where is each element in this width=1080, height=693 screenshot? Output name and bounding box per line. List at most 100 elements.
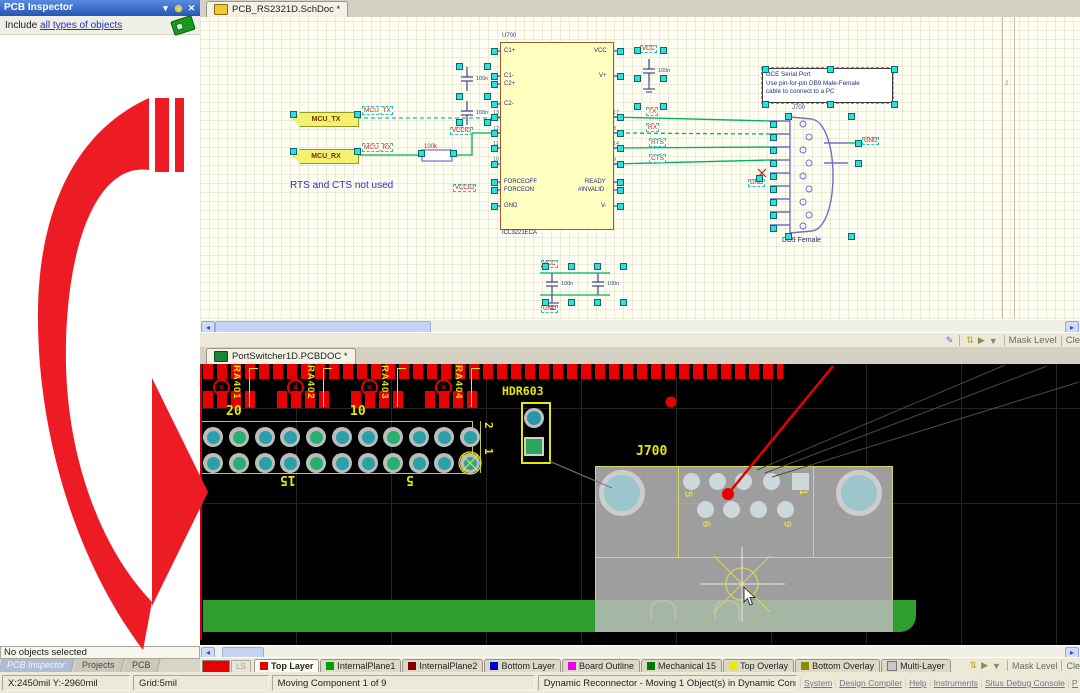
selection-handle <box>568 263 575 270</box>
ic-symbol[interactable] <box>500 42 614 230</box>
pcbdoc-icon <box>214 351 228 362</box>
selection-handle <box>770 212 777 219</box>
sort-icon[interactable]: ⇅ <box>966 335 974 346</box>
layer-tab-multi-layer[interactable]: Multi-Layer <box>881 659 951 673</box>
selection-handle <box>542 263 549 270</box>
selection-handle <box>354 111 361 118</box>
layer-tab-internalplane1[interactable]: InternalPlane1 <box>320 659 401 673</box>
ratsnest-graphics <box>200 364 1080 645</box>
svg-text:100n: 100n <box>658 68 670 74</box>
selection-handle <box>491 73 498 80</box>
port-mcu-rx[interactable]: MCU_RX <box>293 149 359 164</box>
ic-pin-label: GND <box>504 203 517 209</box>
play-icon[interactable]: ▶ <box>981 660 988 671</box>
svg-text:100n: 100n <box>607 281 619 287</box>
clear-button[interactable]: Cle <box>1066 335 1080 346</box>
panel-button-design-compiler[interactable]: Design Compiler <box>835 678 905 688</box>
mask-level-button[interactable]: Mask Level <box>1012 661 1058 671</box>
net-label[interactable]: RTS <box>649 138 666 147</box>
selection-handle <box>660 103 667 110</box>
include-objects-link[interactable]: all types of objects <box>40 20 122 31</box>
schematic-note[interactable]: DCE Serial Port Use pin-for-pin DB9 Male… <box>762 68 893 103</box>
net-label[interactable]: RX <box>646 123 659 132</box>
panel-pin-icon[interactable]: ◉ <box>172 2 185 14</box>
tab-pcb[interactable]: PCB <box>123 659 160 672</box>
selection-handle <box>891 66 898 73</box>
edit-icon[interactable]: ✎ <box>946 335 954 346</box>
panel-button-help[interactable]: Help <box>905 678 929 688</box>
layer-tab-board-outline[interactable]: Board Outline <box>562 659 640 673</box>
layer-tab-top-layer[interactable]: Top Layer <box>254 659 319 673</box>
panel-close-icon[interactable]: ✕ <box>185 2 198 14</box>
panel-button-situs-debug-console[interactable]: Situs Debug Console <box>981 678 1068 688</box>
power-port-gnd[interactable]: GND <box>541 305 558 313</box>
power-port-gnd[interactable]: GND <box>862 137 879 145</box>
tab-pcb-inspector[interactable]: PCB Inspector <box>0 659 75 672</box>
layer-tab-mechanical-15[interactable]: Mechanical 15 <box>641 659 722 673</box>
schematic-doc-tab-label: PCB_RS2321D.SchDoc * <box>232 4 340 15</box>
layer-tab-bottom-layer[interactable]: Bottom Layer <box>484 659 561 673</box>
selection-handle <box>617 187 624 194</box>
selection-handle <box>491 187 498 194</box>
layer-tab-top-overlay[interactable]: Top Overlay <box>723 659 794 673</box>
selection-handle <box>594 263 601 270</box>
panel-tab-bar: PCB Inspector Projects PCB <box>0 659 200 672</box>
selection-handle <box>827 66 834 73</box>
sort-icon[interactable]: ⇅ <box>970 660 978 671</box>
selection-handle <box>568 299 575 306</box>
power-port-vccio[interactable]: VCCIO <box>453 184 476 192</box>
net-label[interactable]: CTS <box>649 154 666 163</box>
layer-tab-bottom-overlay[interactable]: Bottom Overlay <box>795 659 880 673</box>
tab-projects[interactable]: Projects <box>73 659 124 672</box>
selection-handle <box>491 203 498 210</box>
selection-handle <box>756 175 763 182</box>
net-label[interactable]: MCU_TX <box>362 106 393 115</box>
schematic-hscrollbar[interactable]: ◂ ▸ <box>200 319 1080 333</box>
panel-title: PCB Inspector <box>4 2 73 13</box>
power-port-vcc[interactable]: VCC <box>640 45 657 53</box>
panel-title-bar[interactable]: PCB Inspector ▾ ◉ ✕ <box>0 0 200 16</box>
svg-text:100n: 100n <box>476 110 488 116</box>
selection-handle <box>491 161 498 168</box>
panel-button-system[interactable]: System <box>800 678 835 688</box>
filter-icon[interactable]: ▼ <box>992 661 1001 671</box>
mask-level-button[interactable]: Mask Level <box>1009 335 1057 346</box>
cursor-coordinates: X:2450mil Y:-2960mil <box>2 675 130 691</box>
schematic-doc-tab[interactable]: PCB_RS2321D.SchDoc * <box>206 1 348 17</box>
selection-handle <box>617 114 624 121</box>
selection-handle <box>785 113 792 120</box>
panel-button-pcb[interactable]: PCB <box>1068 678 1078 688</box>
pcb-doc-tab-label: PortSwitcher1D.PCBDOC * <box>232 351 348 362</box>
clear-button[interactable]: Cle <box>1066 661 1080 671</box>
selection-handle <box>634 47 641 54</box>
schematic-tab-bar: PCB_RS2321D.SchDoc * <box>200 0 1080 18</box>
status-message-left: Moving Component 1 of 9 <box>272 675 535 691</box>
selection-handle <box>634 75 641 82</box>
schematic-canvas[interactable]: 2 <box>200 17 1080 319</box>
pcb-canvas[interactable]: ✕RA401✕RA402✕RA403✕RA404 20 10 15 5 2 1 … <box>200 364 1080 645</box>
ic-pin-label: C1+ <box>504 48 515 54</box>
net-label[interactable]: TX <box>646 107 658 116</box>
selection-handle <box>617 73 624 80</box>
power-port-vccio[interactable]: VCCIO <box>450 127 473 135</box>
selection-handle <box>491 101 498 108</box>
panel-menu-icon[interactable]: ▾ <box>159 2 172 14</box>
port-mcu-tx[interactable]: MCU_TX <box>293 112 359 127</box>
layer-color-swatch <box>568 662 576 670</box>
ic-pin-label: C1- <box>504 73 514 79</box>
ic-pin-label: V- <box>601 203 607 209</box>
layer-color-swatch <box>490 662 498 670</box>
selection-handle <box>594 299 601 306</box>
filter-icon[interactable]: ▼ <box>989 336 998 346</box>
layer-tab-internalplane2[interactable]: InternalPlane2 <box>402 659 483 673</box>
status-message-main: Dynamic Reconnector - Moving 1 Object(s)… <box>538 675 797 691</box>
pcb-doc-tab[interactable]: PortSwitcher1D.PCBDOC * <box>206 348 356 364</box>
svg-text:100k: 100k <box>424 144 438 150</box>
selection-handle <box>491 179 498 186</box>
selection-handle <box>827 101 834 108</box>
panel-button-instruments[interactable]: Instruments <box>930 678 981 688</box>
selection-handle <box>617 48 624 55</box>
net-label[interactable]: MCU_RX <box>362 143 393 152</box>
selection-handle <box>617 161 624 168</box>
play-icon[interactable]: ▶ <box>978 335 985 346</box>
